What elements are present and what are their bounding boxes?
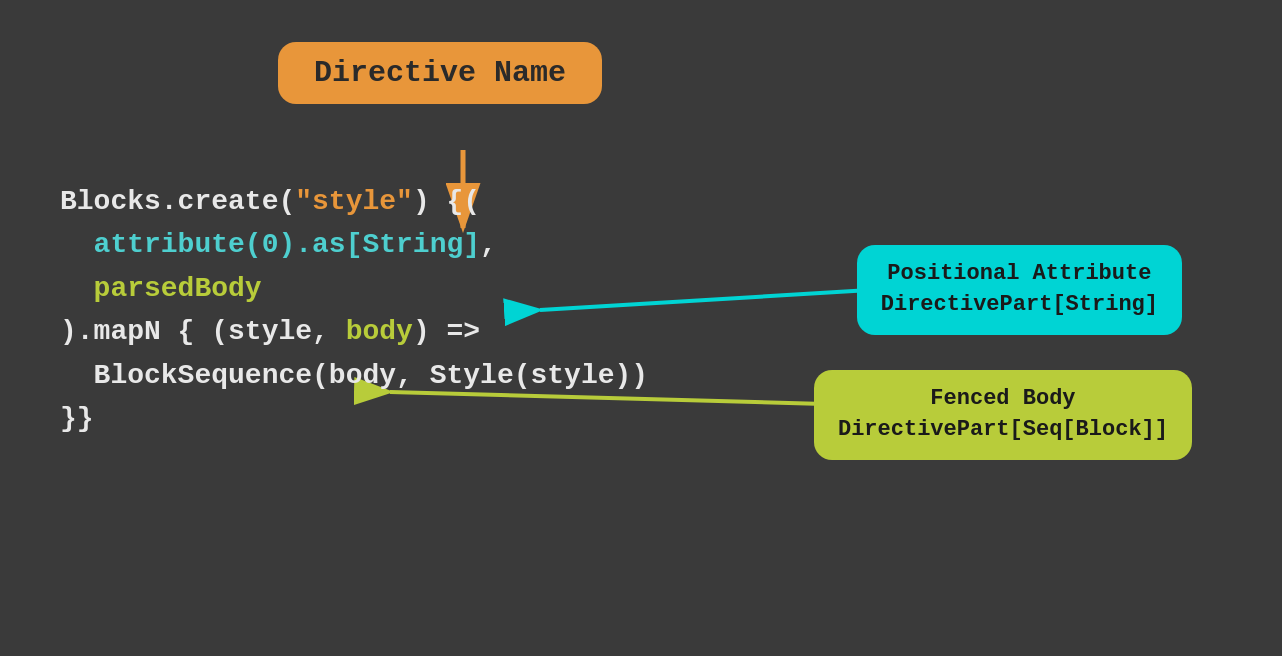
code-parsed-body: parsedBody: [94, 273, 262, 304]
positional-line1: Positional Attribute: [881, 259, 1158, 290]
code-line-6: }}: [60, 397, 648, 440]
code-block-sequence: BlockSequence(body, Style(style)): [94, 360, 649, 391]
code-close-braces: }}: [60, 403, 94, 434]
code-indent-3: [60, 273, 94, 304]
code-line-2: attribute(0).as[String],: [60, 223, 648, 266]
fenced-line2: DirectivePart[Seq[Block]]: [838, 415, 1168, 446]
code-comma: ,: [480, 229, 497, 260]
positional-line2: DirectivePart[String]: [881, 290, 1158, 321]
code-blocks-create: Blocks.create(: [60, 186, 295, 217]
directive-name-bubble: Directive Name: [278, 42, 602, 104]
code-line-5: BlockSequence(body, Style(style)): [60, 354, 648, 397]
code-string-style: "style": [295, 186, 413, 217]
code-block: Blocks.create("style") {( attribute(0).a…: [60, 180, 648, 440]
diagram-container: Directive Name Blocks.create("style") {(…: [0, 0, 1282, 656]
code-indent-2: [60, 229, 94, 260]
directive-name-label: Directive Name: [314, 56, 566, 90]
code-attribute: attribute(0).as[String]: [94, 229, 480, 260]
code-indent-5: [60, 360, 94, 391]
code-line-4: ).mapN { (style, body) =>: [60, 310, 648, 353]
code-body-param: body: [346, 316, 413, 347]
code-mapn-end: ) =>: [413, 316, 480, 347]
fenced-line1: Fenced Body: [838, 384, 1168, 415]
code-line-3: parsedBody: [60, 267, 648, 310]
code-mapn-start: ).mapN { (style,: [60, 316, 346, 347]
positional-attribute-bubble: Positional Attribute DirectivePart[Strin…: [857, 245, 1182, 335]
code-line-1: Blocks.create("style") {(: [60, 180, 648, 223]
code-paren-open: ) {(: [413, 186, 480, 217]
fenced-body-bubble: Fenced Body DirectivePart[Seq[Block]]: [814, 370, 1192, 460]
